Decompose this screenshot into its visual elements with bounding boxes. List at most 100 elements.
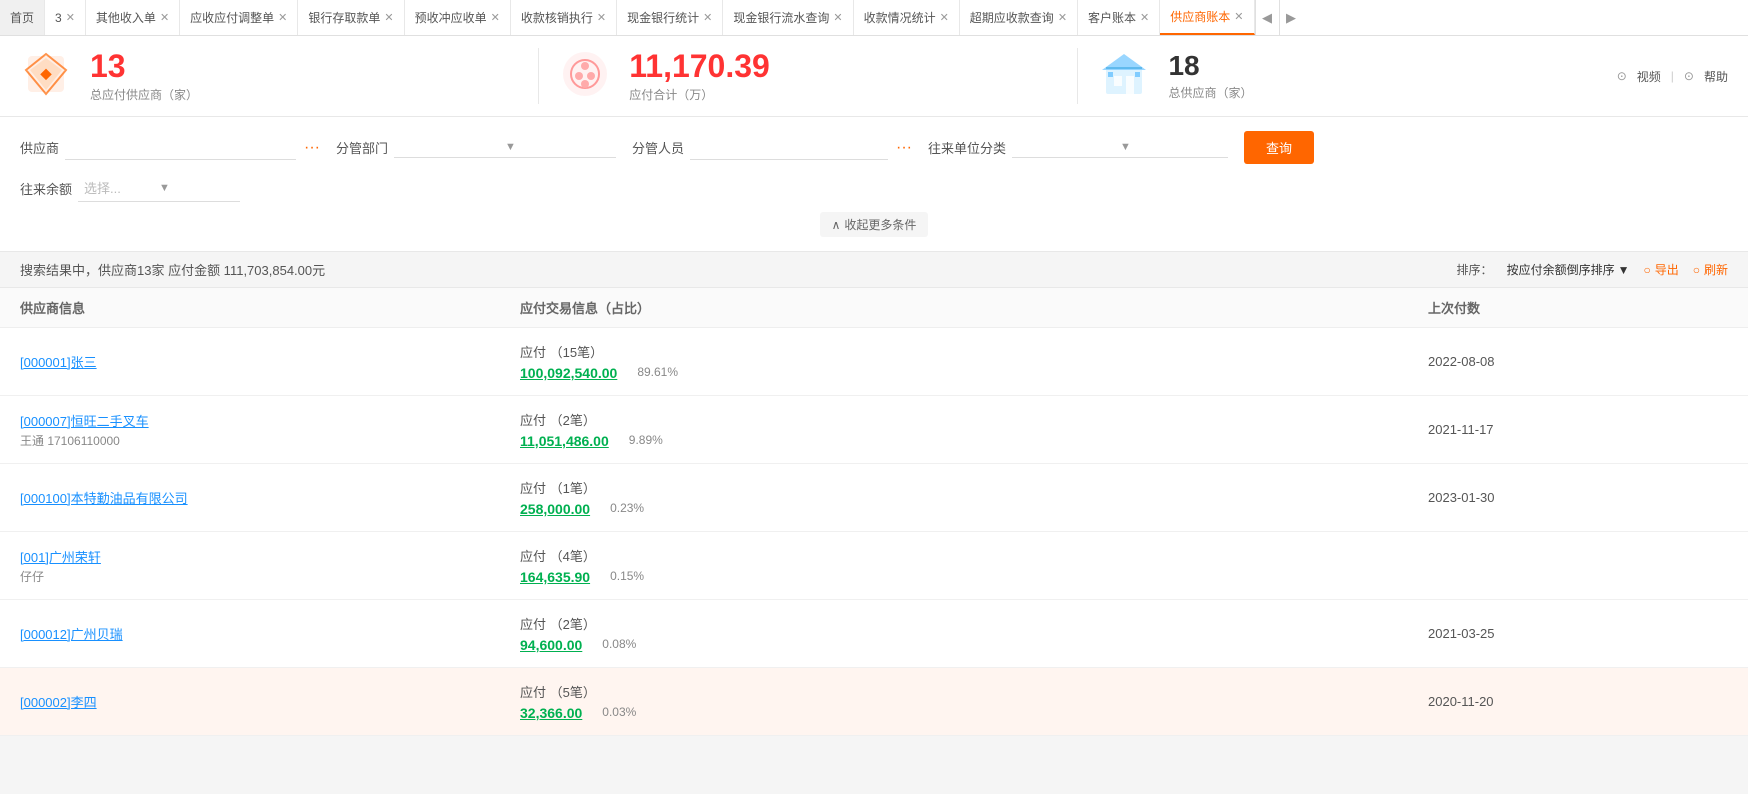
supplier-sub-4: 仔仔	[20, 568, 520, 585]
person-input[interactable]	[690, 136, 888, 160]
search-button[interactable]: 查询	[1244, 131, 1314, 164]
table-row: [000002]李四 应付 （5笔） 32,366.00 0.03% 2020-…	[0, 668, 1748, 736]
nav-supplier-book[interactable]: 供应商账本 ✕	[1160, 0, 1254, 35]
sort-arrow-icon: ▼	[1618, 263, 1630, 277]
stat-store-count: 18	[1168, 51, 1252, 82]
table-row: [001]广州荣轩 仔仔 应付 （4笔） 164,635.90 0.15%	[0, 532, 1748, 600]
nav-advance-recv-close[interactable]: ✕	[491, 11, 500, 24]
supplier-link-6[interactable]: [000002]李四	[20, 695, 97, 710]
balance-select[interactable]: 选择... ▼	[78, 174, 240, 202]
nav-supplier-book-label: 供应商账本	[1170, 8, 1230, 25]
nav-home[interactable]: 首页	[0, 0, 45, 35]
nav-customer-book[interactable]: 客户账本 ✕	[1078, 0, 1160, 35]
stat-payable-count: 13	[90, 49, 198, 84]
last-pay-6: 2020-11-20	[1428, 694, 1728, 709]
payable-amount-1[interactable]: 100,092,540.00	[520, 365, 617, 381]
nav-arrow-right[interactable]: ▶	[1279, 0, 1303, 35]
nav-cash-stat-label: 现金银行统计	[627, 9, 699, 26]
filter-supplier: 供应商 ···	[20, 136, 320, 160]
col-lastpay-header: 上次付数	[1428, 298, 1728, 317]
store-icon	[1098, 48, 1154, 104]
nav-recv-stat[interactable]: 收款情况统计 ✕	[854, 0, 960, 35]
payable-pct-6: 0.03%	[602, 705, 636, 719]
filter-balance: 往来余额 选择... ▼	[20, 174, 240, 202]
nav-overdue-close[interactable]: ✕	[1058, 11, 1067, 24]
refresh-button[interactable]: ○ 刷新	[1693, 261, 1728, 278]
category-select[interactable]: ▼	[1012, 137, 1228, 158]
nav-bank-close[interactable]: ✕	[384, 11, 393, 24]
dept-select[interactable]: ▼	[394, 137, 616, 158]
payable-row-5: 94,600.00 0.08%	[520, 635, 1428, 653]
nav-adjust-label: 应收应付调整单	[190, 9, 274, 26]
stat-store-info: 18 总供应商（家）	[1168, 51, 1252, 101]
nav-cash-flow-close[interactable]: ✕	[833, 11, 842, 24]
supplier-dots-icon[interactable]: ···	[304, 139, 320, 157]
nav-tab3-label: 3	[55, 11, 62, 25]
payable-info-5: 应付 （2笔） 94,600.00 0.08%	[520, 614, 1428, 653]
nav-cash-stat[interactable]: 现金银行统计 ✕	[617, 0, 723, 35]
nav-tab3-close[interactable]: ✕	[66, 11, 75, 24]
payable-amount-6[interactable]: 32,366.00	[520, 705, 582, 721]
supplier-input[interactable]	[65, 136, 296, 160]
refresh-icon: ○	[1693, 263, 1700, 277]
payable-info-3: 应付 （1笔） 258,000.00 0.23%	[520, 478, 1428, 517]
nav-advance-recv[interactable]: 预收冲应收单 ✕	[405, 0, 511, 35]
supplier-link-4[interactable]: [001]广州荣轩	[20, 550, 101, 565]
person-dots-icon[interactable]: ···	[896, 139, 912, 157]
stat-store-label: 总供应商（家）	[1168, 84, 1252, 101]
balance-label: 往来余额	[20, 179, 72, 198]
video-link[interactable]: 视频	[1637, 68, 1661, 85]
nav-customer-book-close[interactable]: ✕	[1140, 11, 1149, 24]
payable-amount-2[interactable]: 11,051,486.00	[520, 433, 609, 449]
last-pay-3: 2023-01-30	[1428, 490, 1728, 505]
nav-cash-flow[interactable]: 现金银行流水查询 ✕	[723, 0, 853, 35]
nav-supplier-book-close[interactable]: ✕	[1234, 10, 1243, 23]
payable-row-3: 258,000.00 0.23%	[520, 499, 1428, 517]
nav-recv-stat-close[interactable]: ✕	[940, 11, 949, 24]
sort-select[interactable]: 按应付余额倒序排序 ▼	[1507, 261, 1630, 278]
payable-amount-4[interactable]: 164,635.90	[520, 569, 590, 585]
stat-payable-total: 11,170.39 应付合计（万）	[559, 48, 1078, 104]
table-row: [000007]恒旺二手叉车 王通 17106110000 应付 （2笔） 11…	[0, 396, 1748, 464]
nav-verify[interactable]: 收款核销执行 ✕	[511, 0, 617, 35]
nav-cash-stat-close[interactable]: ✕	[703, 11, 712, 24]
export-button[interactable]: ○ 导出	[1643, 261, 1678, 278]
grain-icon	[559, 48, 615, 104]
supplier-label: 供应商	[20, 138, 59, 157]
nav-other-income-label: 其他收入单	[96, 9, 156, 26]
payable-row-4: 164,635.90 0.15%	[520, 567, 1428, 585]
supplier-link-1[interactable]: [000001]张三	[20, 355, 97, 370]
nav-verify-close[interactable]: ✕	[597, 11, 606, 24]
nav-adjust[interactable]: 应收应付调整单 ✕	[180, 0, 298, 35]
balance-arrow-icon: ▼	[159, 182, 234, 194]
payable-pct-4: 0.15%	[610, 569, 644, 583]
nav-bank[interactable]: 银行存取款单 ✕	[298, 0, 404, 35]
supplier-link-5[interactable]: [000012]广州贝瑞	[20, 627, 123, 642]
stats-bar: ◆ 13 总应付供应商（家） 11,170.39 应付合计（万）	[0, 36, 1748, 117]
nav-arrow-left[interactable]: ◀	[1255, 0, 1279, 35]
stat-payable-label: 总应付供应商（家）	[90, 86, 198, 103]
supplier-info-3: [000100]本特勤油品有限公司	[20, 488, 520, 507]
collapse-button[interactable]: ∧ 收起更多条件	[820, 212, 929, 237]
nav-other-income-close[interactable]: ✕	[160, 11, 169, 24]
payable-info-2: 应付 （2笔） 11,051,486.00 9.89%	[520, 410, 1428, 449]
nav-tab3[interactable]: 3 ✕	[45, 0, 86, 35]
nav-other-income[interactable]: 其他收入单 ✕	[86, 0, 180, 35]
payable-label-1: 应付 （15笔）	[520, 342, 1428, 361]
last-pay-2: 2021-11-17	[1428, 422, 1728, 437]
supplier-link-3[interactable]: [000100]本特勤油品有限公司	[20, 491, 188, 506]
nav-bank-label: 银行存取款单	[308, 9, 380, 26]
payable-amount-3[interactable]: 258,000.00	[520, 501, 590, 517]
category-arrow-icon: ▼	[1120, 141, 1222, 153]
payable-label-3: 应付 （1笔）	[520, 478, 1428, 497]
nav-adjust-close[interactable]: ✕	[278, 11, 287, 24]
nav-overdue[interactable]: 超期应收款查询 ✕	[960, 0, 1078, 35]
payable-row-2: 11,051,486.00 9.89%	[520, 431, 1428, 449]
supplier-info-2: [000007]恒旺二手叉车 王通 17106110000	[20, 411, 520, 449]
nav-cash-flow-label: 现金银行流水查询	[733, 9, 829, 26]
help-link[interactable]: 帮助	[1704, 68, 1728, 85]
filter-person: 分管人员 ···	[632, 136, 912, 160]
supplier-link-2[interactable]: [000007]恒旺二手叉车	[20, 414, 149, 429]
payable-amount-5[interactable]: 94,600.00	[520, 637, 582, 653]
nav-advance-recv-label: 预收冲应收单	[415, 9, 487, 26]
